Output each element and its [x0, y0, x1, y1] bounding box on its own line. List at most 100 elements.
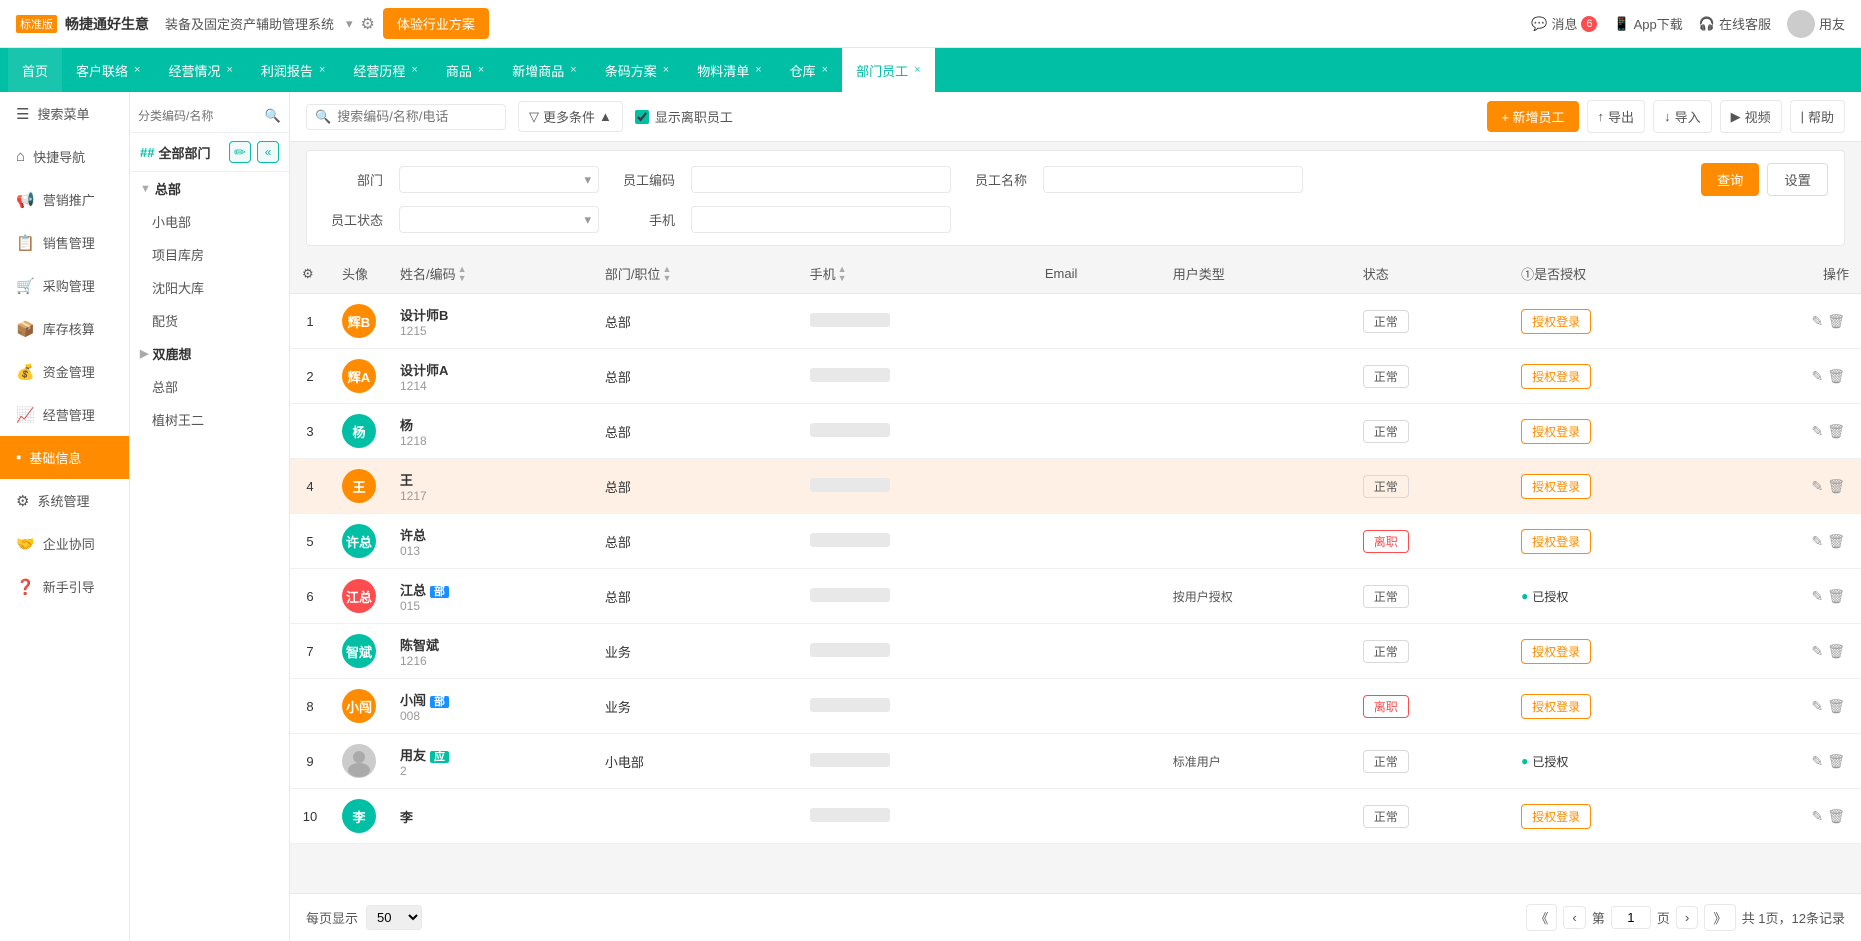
last-page-btn[interactable]: 》: [1704, 904, 1735, 931]
nav-item-bom[interactable]: 物料清单 ×: [683, 48, 775, 92]
nav-item-profit[interactable]: 利润报告 ×: [247, 48, 339, 92]
page-number-input[interactable]: [1611, 906, 1651, 929]
import-button[interactable]: ↓ 导入: [1653, 100, 1712, 133]
close-new-goods-icon[interactable]: ×: [570, 64, 576, 76]
name-sort[interactable]: 姓名/编码 ▲▼: [400, 264, 467, 283]
show-resigned-checkbox[interactable]: [635, 110, 649, 124]
edit-icon[interactable]: ✎: [1811, 313, 1823, 329]
help-button[interactable]: | 帮助: [1790, 100, 1845, 133]
delete-icon[interactable]: 🗑: [1827, 533, 1845, 549]
nav-sales[interactable]: 📋 销售管理: [0, 221, 129, 264]
dept-item-project[interactable]: 项目库房: [130, 238, 289, 271]
nav-quick-nav[interactable]: ⌂ 快捷导航: [0, 135, 129, 178]
auth-login-button[interactable]: 授权登录: [1521, 694, 1591, 719]
dept-item-xiaodian[interactable]: 小电部: [130, 205, 289, 238]
close-operations-icon[interactable]: ×: [226, 64, 232, 76]
add-employee-button[interactable]: + 新增员工: [1487, 101, 1578, 132]
status-select[interactable]: [399, 206, 599, 233]
code-input[interactable]: [691, 166, 951, 193]
user-area[interactable]: 用友: [1787, 10, 1845, 38]
app-download-btn[interactable]: 📱 App下载: [1613, 14, 1682, 33]
nav-basic-info[interactable]: ▪ 基础信息: [0, 436, 129, 479]
edit-icon[interactable]: ✎: [1811, 698, 1823, 714]
nav-guide[interactable]: ❓ 新手引导: [0, 565, 129, 608]
edit-icon[interactable]: ✎: [1811, 368, 1823, 384]
delete-icon[interactable]: 🗑: [1827, 423, 1845, 439]
edit-icon[interactable]: ✎: [1811, 808, 1823, 824]
nav-business[interactable]: 📈 经营管理: [0, 393, 129, 436]
view-button[interactable]: ▶ 视频: [1720, 100, 1782, 133]
dropdown-arrow-icon[interactable]: ▾: [346, 16, 353, 32]
dept-all-label[interactable]: ## 全部部门: [140, 143, 210, 162]
first-page-btn[interactable]: 《: [1526, 904, 1557, 931]
nav-item-new-goods[interactable]: 新增商品 ×: [498, 48, 590, 92]
nav-finance[interactable]: 💰 资金管理: [0, 350, 129, 393]
nav-item-customers[interactable]: 客户联络 ×: [62, 48, 154, 92]
auth-login-button[interactable]: 授权登录: [1521, 364, 1591, 389]
delete-icon[interactable]: 🗑: [1827, 643, 1845, 659]
edit-icon[interactable]: ✎: [1811, 533, 1823, 549]
edit-icon[interactable]: ✎: [1811, 753, 1823, 769]
dept-collapse-icon[interactable]: «: [257, 141, 279, 163]
delete-icon[interactable]: 🗑: [1827, 698, 1845, 714]
dept-item-peihuo[interactable]: 配货: [130, 304, 289, 337]
close-goods-icon[interactable]: ×: [478, 64, 484, 76]
nav-inventory[interactable]: 📦 库存核算: [0, 307, 129, 350]
auth-login-button[interactable]: 授权登录: [1521, 309, 1591, 334]
phone-sort[interactable]: 手机 ▲▼: [810, 264, 847, 283]
delete-icon[interactable]: 🗑: [1827, 588, 1845, 604]
nav-marketing[interactable]: 📢 营销推广: [0, 178, 129, 221]
more-filter-button[interactable]: ▽ 更多条件 ▲: [518, 101, 623, 132]
close-history-icon[interactable]: ×: [411, 64, 417, 76]
search-input[interactable]: [337, 109, 487, 124]
auth-login-button[interactable]: 授权登录: [1521, 804, 1591, 829]
prev-page-btn[interactable]: ‹: [1563, 906, 1585, 929]
trial-button[interactable]: 体验行业方案: [383, 8, 489, 39]
delete-icon[interactable]: 🗑: [1827, 478, 1845, 494]
dept-edit-icon[interactable]: ✏: [229, 141, 251, 163]
dept-item-shenyang[interactable]: 沈阳大库: [130, 271, 289, 304]
delete-icon[interactable]: 🗑: [1827, 368, 1845, 384]
nav-purchase[interactable]: 🛒 采购管理: [0, 264, 129, 307]
nav-item-home[interactable]: 首页: [8, 48, 62, 92]
auth-login-button[interactable]: 授权登录: [1521, 639, 1591, 664]
nav-item-goods[interactable]: 商品 ×: [432, 48, 498, 92]
settings-icon[interactable]: ⚙: [361, 14, 375, 34]
auth-login-button[interactable]: 授权登录: [1521, 474, 1591, 499]
dept-select[interactable]: [399, 166, 599, 193]
dept-item-zhishu[interactable]: 植树王二: [130, 403, 289, 436]
close-warehouse-icon[interactable]: ×: [822, 64, 828, 76]
query-button[interactable]: 查询: [1701, 163, 1760, 196]
edit-icon[interactable]: ✎: [1811, 643, 1823, 659]
online-service-btn[interactable]: 🎧 在线客服: [1699, 14, 1771, 33]
nav-search-menu[interactable]: ☰ 搜索菜单: [0, 92, 129, 135]
edit-icon[interactable]: ✎: [1811, 423, 1823, 439]
dept-group-shuanglu[interactable]: ▶ 双鹿想: [130, 337, 289, 370]
nav-item-barcode[interactable]: 条码方案 ×: [591, 48, 683, 92]
nav-item-operations[interactable]: 经营情况 ×: [154, 48, 246, 92]
phone-input[interactable]: [691, 206, 951, 233]
page-size-select[interactable]: 50 10 20 100: [366, 905, 422, 930]
next-page-btn[interactable]: ›: [1676, 906, 1698, 929]
delete-icon[interactable]: 🗑: [1827, 313, 1845, 329]
dept-sort[interactable]: 部门/职位 ▲▼: [605, 264, 672, 283]
close-bom-icon[interactable]: ×: [755, 64, 761, 76]
dept-item-zongbu2[interactable]: 总部: [130, 370, 289, 403]
close-barcode-icon[interactable]: ×: [663, 64, 669, 76]
nav-system[interactable]: ⚙ 系统管理: [0, 479, 129, 522]
export-button[interactable]: ↑ 导出: [1587, 100, 1646, 133]
nav-item-history[interactable]: 经营历程 ×: [339, 48, 431, 92]
dept-search-input[interactable]: [138, 109, 261, 123]
edit-icon[interactable]: ✎: [1811, 478, 1823, 494]
delete-icon[interactable]: 🗑: [1827, 753, 1845, 769]
dept-search-icon[interactable]: 🔍: [265, 108, 281, 124]
nav-collab[interactable]: 🤝 企业协同: [0, 522, 129, 565]
column-settings-icon[interactable]: ⚙: [302, 266, 314, 281]
edit-icon[interactable]: ✎: [1811, 588, 1823, 604]
close-employees-icon[interactable]: ×: [914, 64, 920, 76]
delete-icon[interactable]: 🗑: [1827, 808, 1845, 824]
auth-login-button[interactable]: 授权登录: [1521, 529, 1591, 554]
dept-group-zongbu[interactable]: ▼ 总部: [130, 172, 289, 205]
close-customers-icon[interactable]: ×: [134, 64, 140, 76]
nav-item-warehouse[interactable]: 仓库 ×: [776, 48, 842, 92]
